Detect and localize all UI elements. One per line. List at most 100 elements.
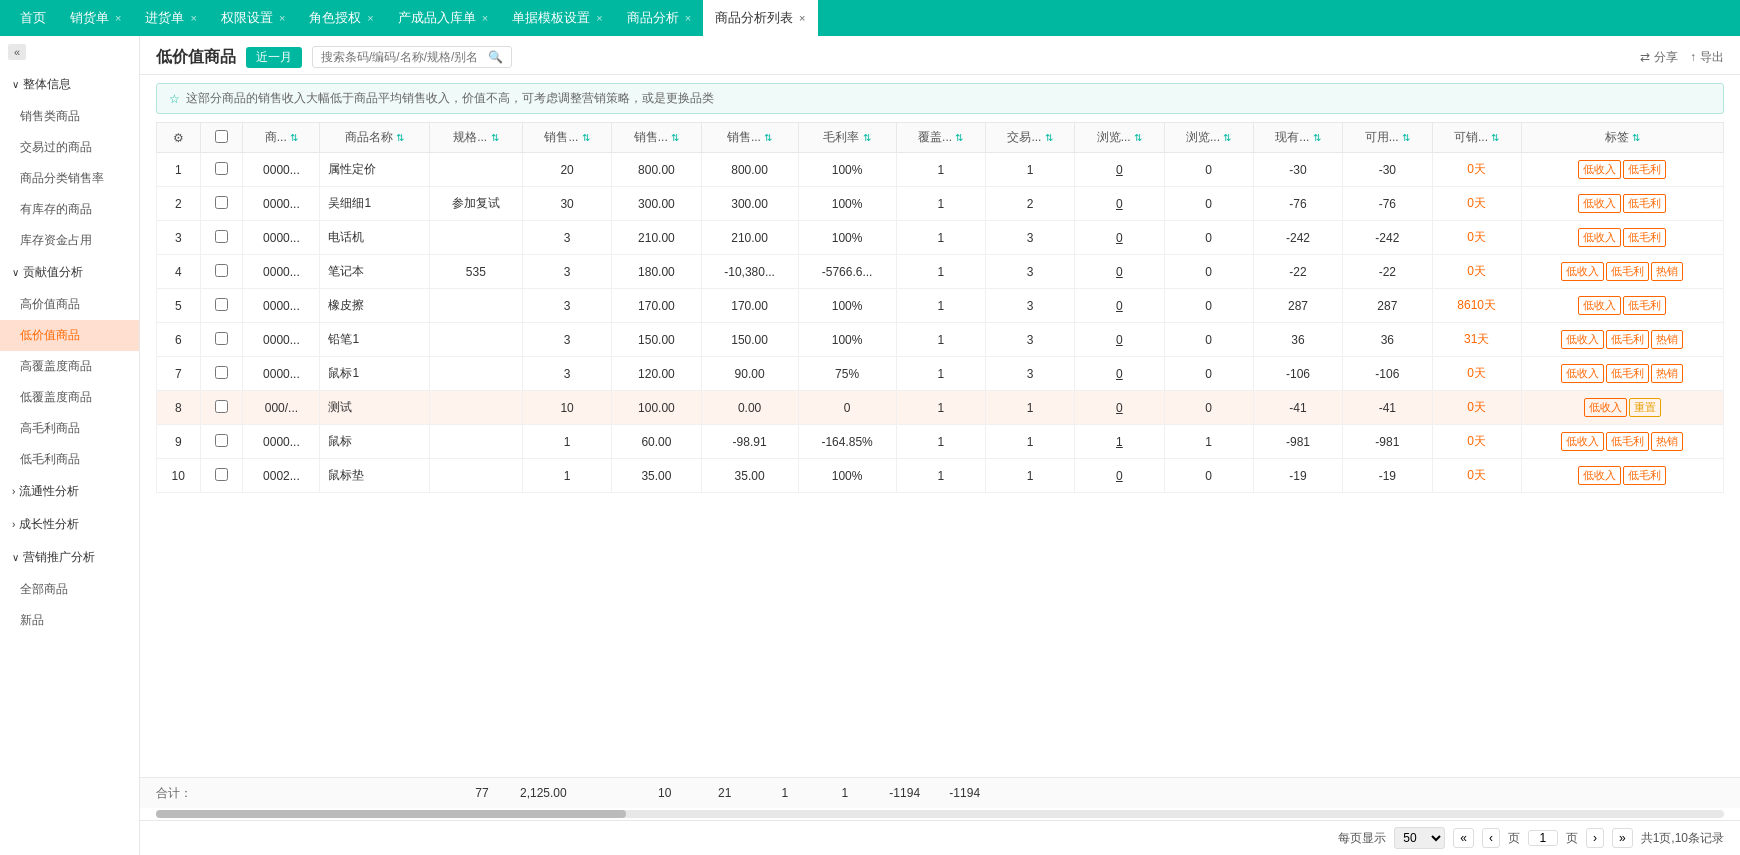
row-checkbox[interactable] [215,468,228,481]
sidebar-item-low-coverage[interactable]: 低覆盖度商品 [0,382,139,413]
filter-recent-month-btn[interactable]: 近一月 [246,47,302,68]
first-page-btn[interactable]: « [1453,828,1474,848]
sidebar-group-marketing[interactable]: ∨营销推广分析 [0,541,139,574]
close-icon[interactable]: × [685,12,691,24]
header-actions: ⇄ 分享 ↑ 导出 [1640,49,1724,66]
row-checkbox-cell[interactable] [200,221,243,255]
row-checkbox-cell[interactable] [200,391,243,425]
row-checkbox-cell[interactable] [200,357,243,391]
col-view2[interactable]: 浏览... ⇅ [1164,123,1253,153]
row-view1[interactable]: 0 [1075,289,1164,323]
col-margin-rate[interactable]: 毛利率 ⇅ [798,123,896,153]
sidebar-item-high-coverage[interactable]: 高覆盖度商品 [0,351,139,382]
sidebar-item-low-value[interactable]: 低价值商品 [0,320,139,351]
row-checkbox[interactable] [215,332,228,345]
nav-template-setting[interactable]: 单据模板设置 × [500,0,614,36]
sidebar-item-all-goods[interactable]: 全部商品 [0,574,139,605]
export-btn[interactable]: ↑ 导出 [1690,49,1724,66]
nav-permissions[interactable]: 权限设置 × [209,0,297,36]
row-view1[interactable]: 0 [1075,187,1164,221]
row-view1[interactable]: 1 [1075,425,1164,459]
sidebar-item-low-margin[interactable]: 低毛利商品 [0,444,139,475]
row-checkbox[interactable] [215,298,228,311]
col-sellable[interactable]: 可销... ⇅ [1432,123,1521,153]
col-available[interactable]: 可用... ⇅ [1343,123,1432,153]
close-icon[interactable]: × [482,12,488,24]
sidebar-collapse-btn[interactable]: « [8,44,26,60]
row-checkbox[interactable] [215,162,228,175]
nav-purchase[interactable]: 进货单 × [133,0,208,36]
col-sales1[interactable]: 销售... ⇅ [522,123,611,153]
row-view1[interactable]: 0 [1075,391,1164,425]
row-checkbox[interactable] [215,196,228,209]
nav-goods-analysis[interactable]: 商品分析 × [615,0,703,36]
page-size-select[interactable]: 10 20 50 100 [1394,827,1445,849]
sidebar-item-high-margin[interactable]: 高毛利商品 [0,413,139,444]
row-checkbox-cell[interactable] [200,153,243,187]
search-icon[interactable]: 🔍 [488,50,503,64]
row-view1[interactable]: 0 [1075,357,1164,391]
row-checkbox[interactable] [215,366,228,379]
search-input[interactable] [321,50,484,64]
row-checkbox-cell[interactable] [200,289,243,323]
col-sales2[interactable]: 销售... ⇅ [612,123,701,153]
col-sales3[interactable]: 销售... ⇅ [701,123,798,153]
nav-product-entry[interactable]: 产成品入库单 × [386,0,500,36]
row-checkbox[interactable] [215,264,228,277]
page-input[interactable] [1528,830,1558,846]
row-view1[interactable]: 0 [1075,153,1164,187]
row-view1[interactable]: 0 [1075,221,1164,255]
row-checkbox[interactable] [215,434,228,447]
col-checkbox[interactable] [200,123,243,153]
col-tags[interactable]: 标签 ⇅ [1521,123,1723,153]
col-code[interactable]: 商... ⇅ [243,123,320,153]
last-page-btn[interactable]: » [1612,828,1633,848]
sidebar-item-inventory-capital[interactable]: 库存资金占用 [0,225,139,256]
col-coverage[interactable]: 覆盖... ⇅ [896,123,985,153]
select-all-checkbox[interactable] [215,130,228,143]
next-page-btn[interactable]: › [1586,828,1604,848]
row-checkbox[interactable] [215,230,228,243]
nav-sales[interactable]: 销货单 × [58,0,133,36]
row-view1[interactable]: 0 [1075,255,1164,289]
close-icon[interactable]: × [279,12,285,24]
sidebar-item-category-sales-rate[interactable]: 商品分类销售率 [0,163,139,194]
close-icon[interactable]: × [367,12,373,24]
sidebar-item-sales-goods[interactable]: 销售类商品 [0,101,139,132]
close-icon[interactable]: × [596,12,602,24]
nav-home[interactable]: 首页 [8,0,58,36]
sidebar-group-growth[interactable]: ›成长性分析 [0,508,139,541]
nav-goods-analysis-list[interactable]: 商品分析列表 × [703,0,817,36]
close-icon[interactable]: × [799,12,805,24]
close-icon[interactable]: × [115,12,121,24]
row-checkbox-cell[interactable] [200,425,243,459]
sidebar-item-high-value[interactable]: 高价值商品 [0,289,139,320]
col-trade[interactable]: 交易... ⇅ [985,123,1074,153]
row-view1[interactable]: 0 [1075,459,1164,493]
row-checkbox-cell[interactable] [200,323,243,357]
search-box[interactable]: 🔍 [312,46,512,68]
sidebar-item-traded-goods[interactable]: 交易过的商品 [0,132,139,163]
close-icon[interactable]: × [190,12,196,24]
sidebar-group-overall[interactable]: ∨整体信息 [0,68,139,101]
sidebar-group-contribution[interactable]: ∨贡献值分析 [0,256,139,289]
share-btn[interactable]: ⇄ 分享 [1640,49,1678,66]
nav-role-auth[interactable]: 角色授权 × [297,0,385,36]
sidebar-group-circulation[interactable]: ›流通性分析 [0,475,139,508]
scrollbar-thumb[interactable] [156,810,626,818]
sidebar-item-stock-goods[interactable]: 有库存的商品 [0,194,139,225]
row-checkbox-cell[interactable] [200,187,243,221]
row-checkbox-cell[interactable] [200,255,243,289]
sidebar-item-new-goods[interactable]: 新品 [0,605,139,636]
col-view1[interactable]: 浏览... ⇅ [1075,123,1164,153]
row-checkbox[interactable] [215,400,228,413]
col-spec[interactable]: 规格... ⇅ [429,123,522,153]
col-name[interactable]: 商品名称 ⇅ [320,123,429,153]
horizontal-scrollbar[interactable] [156,810,1724,818]
col-current-stock[interactable]: 现有... ⇅ [1253,123,1342,153]
prev-page-btn[interactable]: ‹ [1482,828,1500,848]
table-container[interactable]: ⚙ 商... ⇅ 商品名称 ⇅ 规格... ⇅ 销售... ⇅ 销售... ⇅ … [140,122,1740,777]
row-view1[interactable]: 0 [1075,323,1164,357]
col-settings[interactable]: ⚙ [157,123,201,153]
row-checkbox-cell[interactable] [200,459,243,493]
